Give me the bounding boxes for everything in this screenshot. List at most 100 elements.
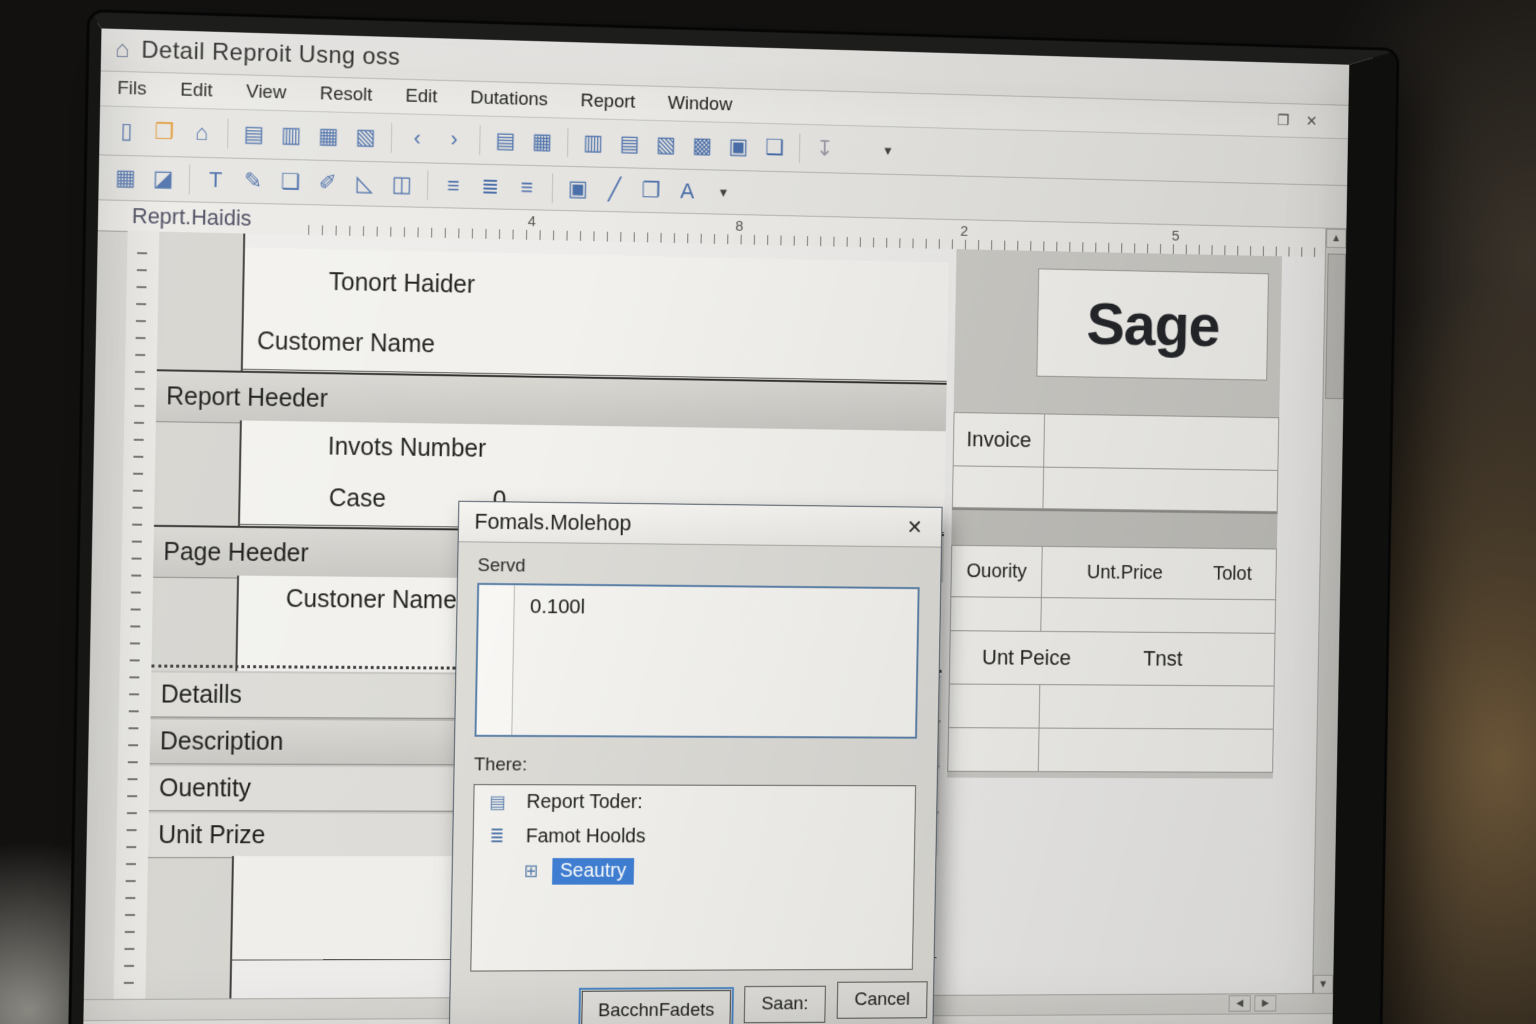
col-price-total-cell[interactable]: Unt.Price Tolot [1040, 545, 1277, 601]
invoice-empty-left[interactable] [951, 465, 1045, 510]
dialog-title-bar: Fomals.Molehop ✕ [458, 501, 942, 548]
report-designer: Reprt.Haidis 4825 Tonort Haider Customer [83, 200, 1347, 1024]
stamp-icon[interactable]: ❏ [272, 164, 308, 201]
ruler-number-8: 8 [735, 217, 744, 235]
line-tool-icon[interactable]: ╱ [597, 172, 632, 208]
scrollbar-thumb[interactable] [1325, 253, 1346, 400]
row-empty-b[interactable] [1040, 597, 1277, 634]
add-table-icon[interactable]: ▧ [649, 127, 684, 163]
report-wizard-icon[interactable]: ▤ [488, 123, 523, 159]
add-field-icon[interactable]: ▤ [612, 126, 647, 162]
screen: ⌂ Detail Reproit Usng oss Fils Edit View Re… [83, 28, 1350, 1024]
col-total: Tolot [1212, 562, 1252, 585]
row-empty-e[interactable] [947, 727, 1040, 773]
borders-icon[interactable]: ▣ [560, 171, 595, 207]
scroll-left-icon[interactable]: ◀ [1228, 995, 1251, 1012]
align-right-icon[interactable]: ≡ [509, 169, 544, 205]
unit-peice-cell[interactable]: Unt Peice Tnst [948, 630, 1276, 687]
new-report-icon[interactable]: ▯ [108, 113, 144, 150]
menu-report-6[interactable]: Report [564, 84, 652, 120]
window-restore-icon[interactable]: ❐ [1277, 112, 1290, 129]
window-close-icon[interactable]: ✕ [1306, 112, 1318, 130]
pen-icon[interactable]: ✐ [310, 165, 346, 202]
dialog-button-saan[interactable]: Saan: [743, 985, 826, 1024]
row-gutter [145, 231, 246, 1000]
formulas-dialog: Fomals.Molehop ✕ Servd 0.100l There: ▤ Re… [448, 500, 943, 1024]
save-icon[interactable]: ⌂ [184, 115, 220, 152]
where-label: There: [473, 754, 528, 776]
invoice-template-region: Sage Invoice Ouority Unt.Price Tolot Unt… [947, 249, 1283, 779]
ruler-number-5: 5 [1171, 227, 1180, 245]
sections-icon[interactable]: ◫ [384, 166, 420, 202]
dialog-title: Fomals.Molehop [474, 508, 632, 536]
scroll-up-icon[interactable]: ▲ [1326, 228, 1347, 249]
font-icon[interactable]: A [670, 173, 705, 209]
align-left-icon[interactable]: ≡ [436, 168, 472, 204]
menu-fils-0[interactable]: Fils [100, 71, 164, 107]
brush-icon[interactable]: ✎ [235, 163, 271, 200]
service-label: Servd [477, 555, 526, 577]
scroll-right-icon[interactable]: ▶ [1254, 995, 1277, 1012]
menu-resolt-3[interactable]: Resolt [303, 77, 389, 113]
total-2-label: Tnst [1142, 646, 1183, 671]
back-icon[interactable]: ‹ [399, 120, 435, 156]
row-empty-c[interactable] [948, 683, 1041, 729]
export-icon[interactable]: ▧ [348, 119, 384, 156]
formula-input[interactable]: 0.100l [474, 582, 920, 739]
invoice-label-cell[interactable]: Invoice [952, 412, 1046, 468]
app-icon: ⌂ [114, 35, 130, 64]
vertical-ruler-ticks [123, 237, 148, 994]
formula-value: 0.100l [529, 595, 586, 619]
report-toder-icon: ▤ [489, 792, 506, 812]
clipboard-icon[interactable]: ❐ [633, 172, 668, 208]
font-caret-icon[interactable]: ▾ [706, 174, 741, 210]
invoice-empty-right[interactable] [1042, 466, 1279, 513]
pin-icon[interactable]: ↧ [807, 131, 842, 167]
formula-input-gutter [476, 584, 515, 735]
shape-icon[interactable]: ◺ [347, 165, 383, 201]
menu-edit-4[interactable]: Edit [389, 79, 455, 114]
add-section-icon[interactable]: ▥ [576, 125, 611, 161]
monitor-bezel: ⌂ Detail Reproit Usng oss Fils Edit View Re… [70, 12, 1397, 1024]
open-icon[interactable]: ❒ [146, 114, 182, 151]
text-tool-icon[interactable]: T [198, 162, 234, 199]
row-empty-a[interactable] [949, 596, 1042, 632]
tree-item-seautry[interactable]: ⊞ Seautry [473, 854, 914, 889]
row-empty-d[interactable] [1038, 684, 1275, 730]
menu-view-2[interactable]: View [229, 75, 303, 111]
tree-item-report-toder[interactable]: ▤ Report Toder: [474, 785, 915, 820]
dialog-button-cancel[interactable]: Cancel [836, 981, 928, 1019]
dialog-tree[interactable]: ▤ Report Toder: ≣ Famot Hoolds ⊞ Seautry [470, 784, 917, 972]
famot-hoolds-icon: ≣ [489, 826, 505, 847]
logo-cell[interactable]: Sage [1036, 268, 1269, 381]
add-barcode-icon[interactable]: ❑ [757, 130, 792, 166]
col-unit-price: Unt.Price [1086, 561, 1164, 584]
menu-edit-1[interactable]: Edit [163, 73, 230, 109]
forward-icon[interactable]: › [436, 121, 472, 157]
ruler-number-2: 2 [960, 223, 969, 240]
add-chart-icon[interactable]: ▩ [685, 128, 720, 164]
col-quantity-cell[interactable]: Ouority [950, 544, 1043, 599]
unit-peice-label: Unt Peice [981, 644, 1072, 670]
eraser-icon[interactable]: ◪ [145, 160, 181, 197]
table-icon[interactable]: ▦ [525, 123, 560, 159]
tree-item-famot-hoolds[interactable]: ≣ Famot Hoolds [473, 820, 914, 855]
dialog-button-bacchnfadets[interactable]: BacchnFadets [578, 987, 734, 1024]
scroll-down-icon[interactable]: ▼ [1312, 974, 1334, 995]
window-title: Detail Reproit Usng oss [141, 36, 401, 71]
print-icon[interactable]: ▥ [273, 117, 309, 154]
print-preview-icon[interactable]: ▦ [311, 118, 347, 155]
add-image-icon[interactable]: ▣ [721, 129, 756, 165]
row-empty-f[interactable] [1037, 727, 1274, 773]
seautry-icon: ⊞ [523, 861, 539, 881]
page-setup-icon[interactable]: ▤ [236, 116, 272, 153]
toolbar-overflow-icon[interactable]: ▾ [871, 133, 905, 169]
menu-window-7[interactable]: Window [651, 87, 748, 123]
sage-logo: Sage [1085, 290, 1221, 360]
fields-table-icon[interactable]: ▦ [107, 160, 143, 197]
align-justify-icon[interactable]: ≣ [472, 168, 507, 204]
menu-dutations-5[interactable]: Dutations [453, 81, 564, 117]
invoice-value-cell[interactable] [1043, 413, 1280, 471]
dialog-buttons: BacchnFadets Saan: Cancel [449, 972, 933, 1024]
dialog-close-icon[interactable]: ✕ [901, 514, 928, 541]
